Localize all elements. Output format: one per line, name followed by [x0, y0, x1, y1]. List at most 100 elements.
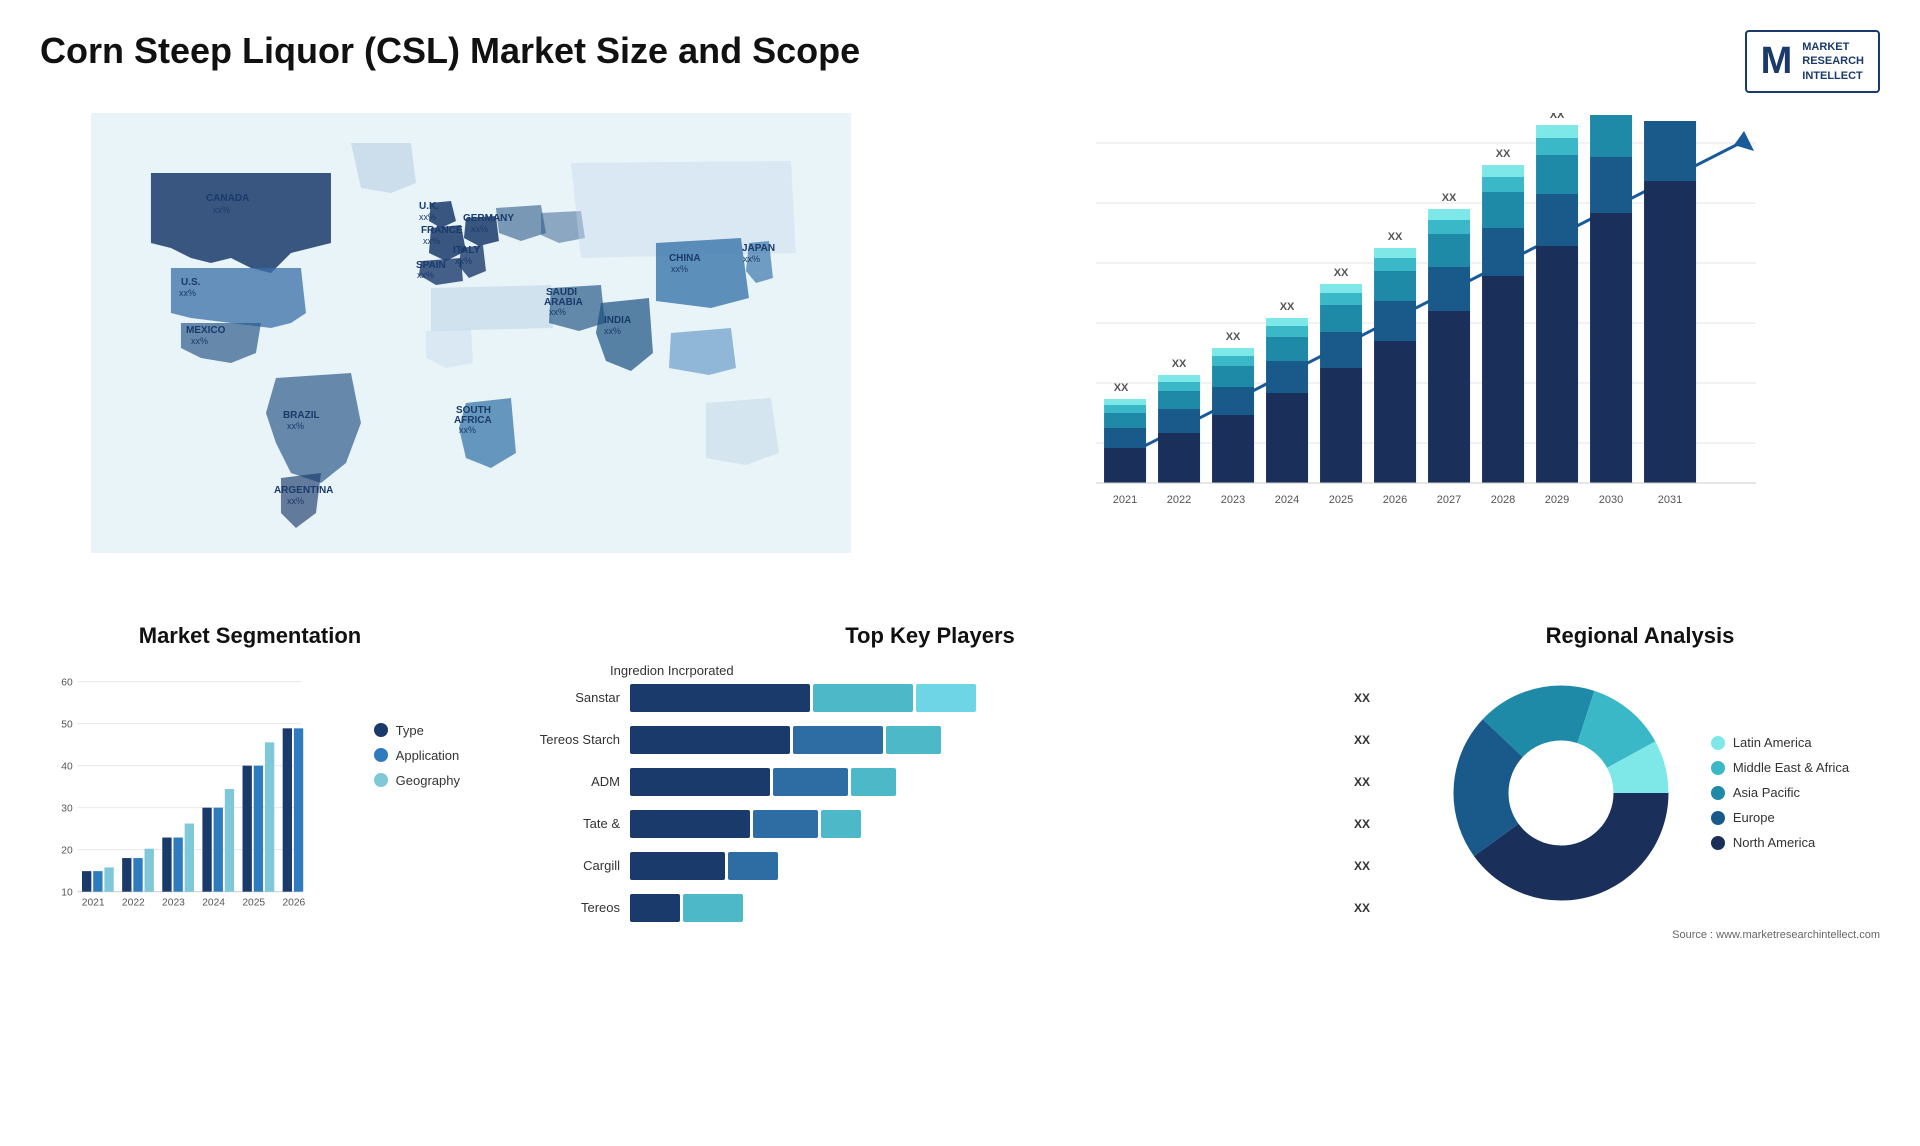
italy-label: ITALY	[453, 245, 481, 256]
player-bars-adm	[630, 768, 1339, 796]
seg-legend-geography: Geography	[374, 773, 460, 788]
regional-section: Regional Analysis	[1400, 623, 1880, 1023]
player-name-sanstar: Sanstar	[490, 690, 620, 705]
svg-text:XX: XX	[1334, 267, 1349, 279]
page-header: Corn Steep Liquor (CSL) Market Size and …	[40, 30, 1880, 93]
segmentation-title: Market Segmentation	[40, 623, 460, 649]
latin-dot	[1711, 736, 1725, 750]
bar-lighter-sanstar	[916, 684, 976, 712]
player-bars-tereos	[630, 894, 1339, 922]
seg-type-label: Type	[396, 723, 424, 738]
uk-value: xx%	[419, 212, 436, 222]
svg-text:2021: 2021	[82, 898, 105, 909]
donut-svg	[1431, 663, 1691, 923]
india-label: INDIA	[604, 315, 631, 326]
legend-asia: Asia Pacific	[1711, 785, 1849, 800]
top-player-label: Ingredion Incrporated	[610, 663, 1380, 678]
svg-text:2027: 2027	[1437, 494, 1461, 506]
svg-text:2022: 2022	[122, 898, 145, 909]
bar-mid-adm	[773, 768, 848, 796]
player-sanstar: Sanstar XX	[490, 684, 1370, 712]
bar-light-tereos	[683, 894, 743, 922]
player-bars-cargill	[630, 852, 1339, 880]
svg-text:2024: 2024	[1275, 494, 1299, 506]
player-xx-tate: XX	[1354, 817, 1370, 831]
south-africa-value: xx%	[459, 425, 476, 435]
player-bars-tereos-starch	[630, 726, 1339, 754]
legend-latin: Latin America	[1711, 735, 1849, 750]
svg-text:XX: XX	[1280, 301, 1295, 313]
player-name-tereos-starch: Tereos Starch	[490, 732, 620, 747]
france-value: xx%	[423, 236, 440, 246]
germany-label: GERMANY	[463, 213, 514, 224]
seg-application-label: Application	[396, 748, 460, 763]
asia-label: Asia Pacific	[1733, 785, 1800, 800]
brazil-label: BRAZIL	[283, 410, 320, 421]
svg-text:60: 60	[61, 677, 73, 688]
page-title: Corn Steep Liquor (CSL) Market Size and …	[40, 30, 860, 72]
bar-mid-cargill	[728, 852, 778, 880]
india-value: xx%	[604, 326, 621, 336]
canada-label: CANADA	[206, 193, 249, 204]
player-xx-tereos: XX	[1354, 901, 1370, 915]
regional-title: Regional Analysis	[1400, 623, 1880, 649]
player-adm: ADM XX	[490, 768, 1370, 796]
logo-text: MARKET RESEARCH INTELLECT	[1802, 40, 1864, 83]
growth-svg: XX XX XX XX	[932, 113, 1880, 543]
seg-svg: 60 50 40 30 20 10	[40, 663, 320, 943]
svg-text:XX: XX	[1114, 382, 1129, 394]
donut-container: Latin America Middle East & Africa Asia …	[1400, 663, 1880, 923]
argentina-label: ARGENTINA	[274, 485, 333, 496]
legend-europe: Europe	[1711, 810, 1849, 825]
japan-value: xx%	[743, 254, 760, 264]
growth-bar-chart: XX XX XX XX	[932, 113, 1880, 543]
player-name-adm: ADM	[490, 774, 620, 789]
player-xx-ts: XX	[1354, 733, 1370, 747]
svg-text:20: 20	[61, 845, 73, 856]
bar-dark-tereos	[630, 894, 680, 922]
svg-text:2023: 2023	[162, 898, 185, 909]
na-label: North America	[1733, 835, 1815, 850]
svg-text:2023: 2023	[1221, 494, 1245, 506]
player-tate: Tate & XX	[490, 810, 1370, 838]
bar-dark-tate	[630, 810, 750, 838]
bar-light-sanstar	[813, 684, 913, 712]
germany-value: xx%	[471, 224, 488, 234]
svg-text:2026: 2026	[282, 898, 305, 909]
key-players-section: Top Key Players Ingredion Incrporated Sa…	[480, 623, 1380, 1023]
bottom-section: Market Segmentation 60 50 40 30 20	[40, 623, 1880, 1023]
top-section: CANADA xx% U.S. xx% MEXICO xx% BRAZIL xx…	[40, 113, 1880, 593]
svg-text:2025: 2025	[1329, 494, 1353, 506]
bar-dark-sanstar	[630, 684, 810, 712]
source-text: Source : www.marketresearchintellect.com	[1400, 929, 1880, 941]
brazil-value: xx%	[287, 421, 304, 431]
svg-text:2021: 2021	[1113, 494, 1137, 506]
svg-text:XX: XX	[1550, 113, 1565, 121]
legend-north-america: North America	[1711, 835, 1849, 850]
geography-dot	[374, 773, 388, 787]
player-bars-tate	[630, 810, 1339, 838]
uk-label: U.K.	[419, 201, 439, 212]
seg-legend-application: Application	[374, 748, 460, 763]
player-name-tate: Tate &	[490, 816, 620, 831]
svg-text:10: 10	[61, 887, 73, 898]
europe-dot	[1711, 811, 1725, 825]
japan-label: JAPAN	[742, 243, 775, 254]
latin-label: Latin America	[1733, 735, 1812, 750]
bar-light-ts	[886, 726, 941, 754]
mea-label: Middle East & Africa	[1733, 760, 1849, 775]
player-cargill: Cargill XX	[490, 852, 1370, 880]
player-xx-adm: XX	[1354, 775, 1370, 789]
svg-text:XX: XX	[1442, 192, 1457, 204]
bar-light-adm	[851, 768, 896, 796]
player-tereos: Tereos XX	[490, 894, 1370, 922]
na-dot	[1711, 836, 1725, 850]
bar-light-tate	[821, 810, 861, 838]
logo-letter: M	[1761, 42, 1793, 80]
bar-dark-adm	[630, 768, 770, 796]
canada-value: xx%	[213, 205, 230, 215]
application-dot	[374, 748, 388, 762]
mea-dot	[1711, 761, 1725, 775]
player-name-cargill: Cargill	[490, 858, 620, 873]
svg-text:2030: 2030	[1599, 494, 1623, 506]
